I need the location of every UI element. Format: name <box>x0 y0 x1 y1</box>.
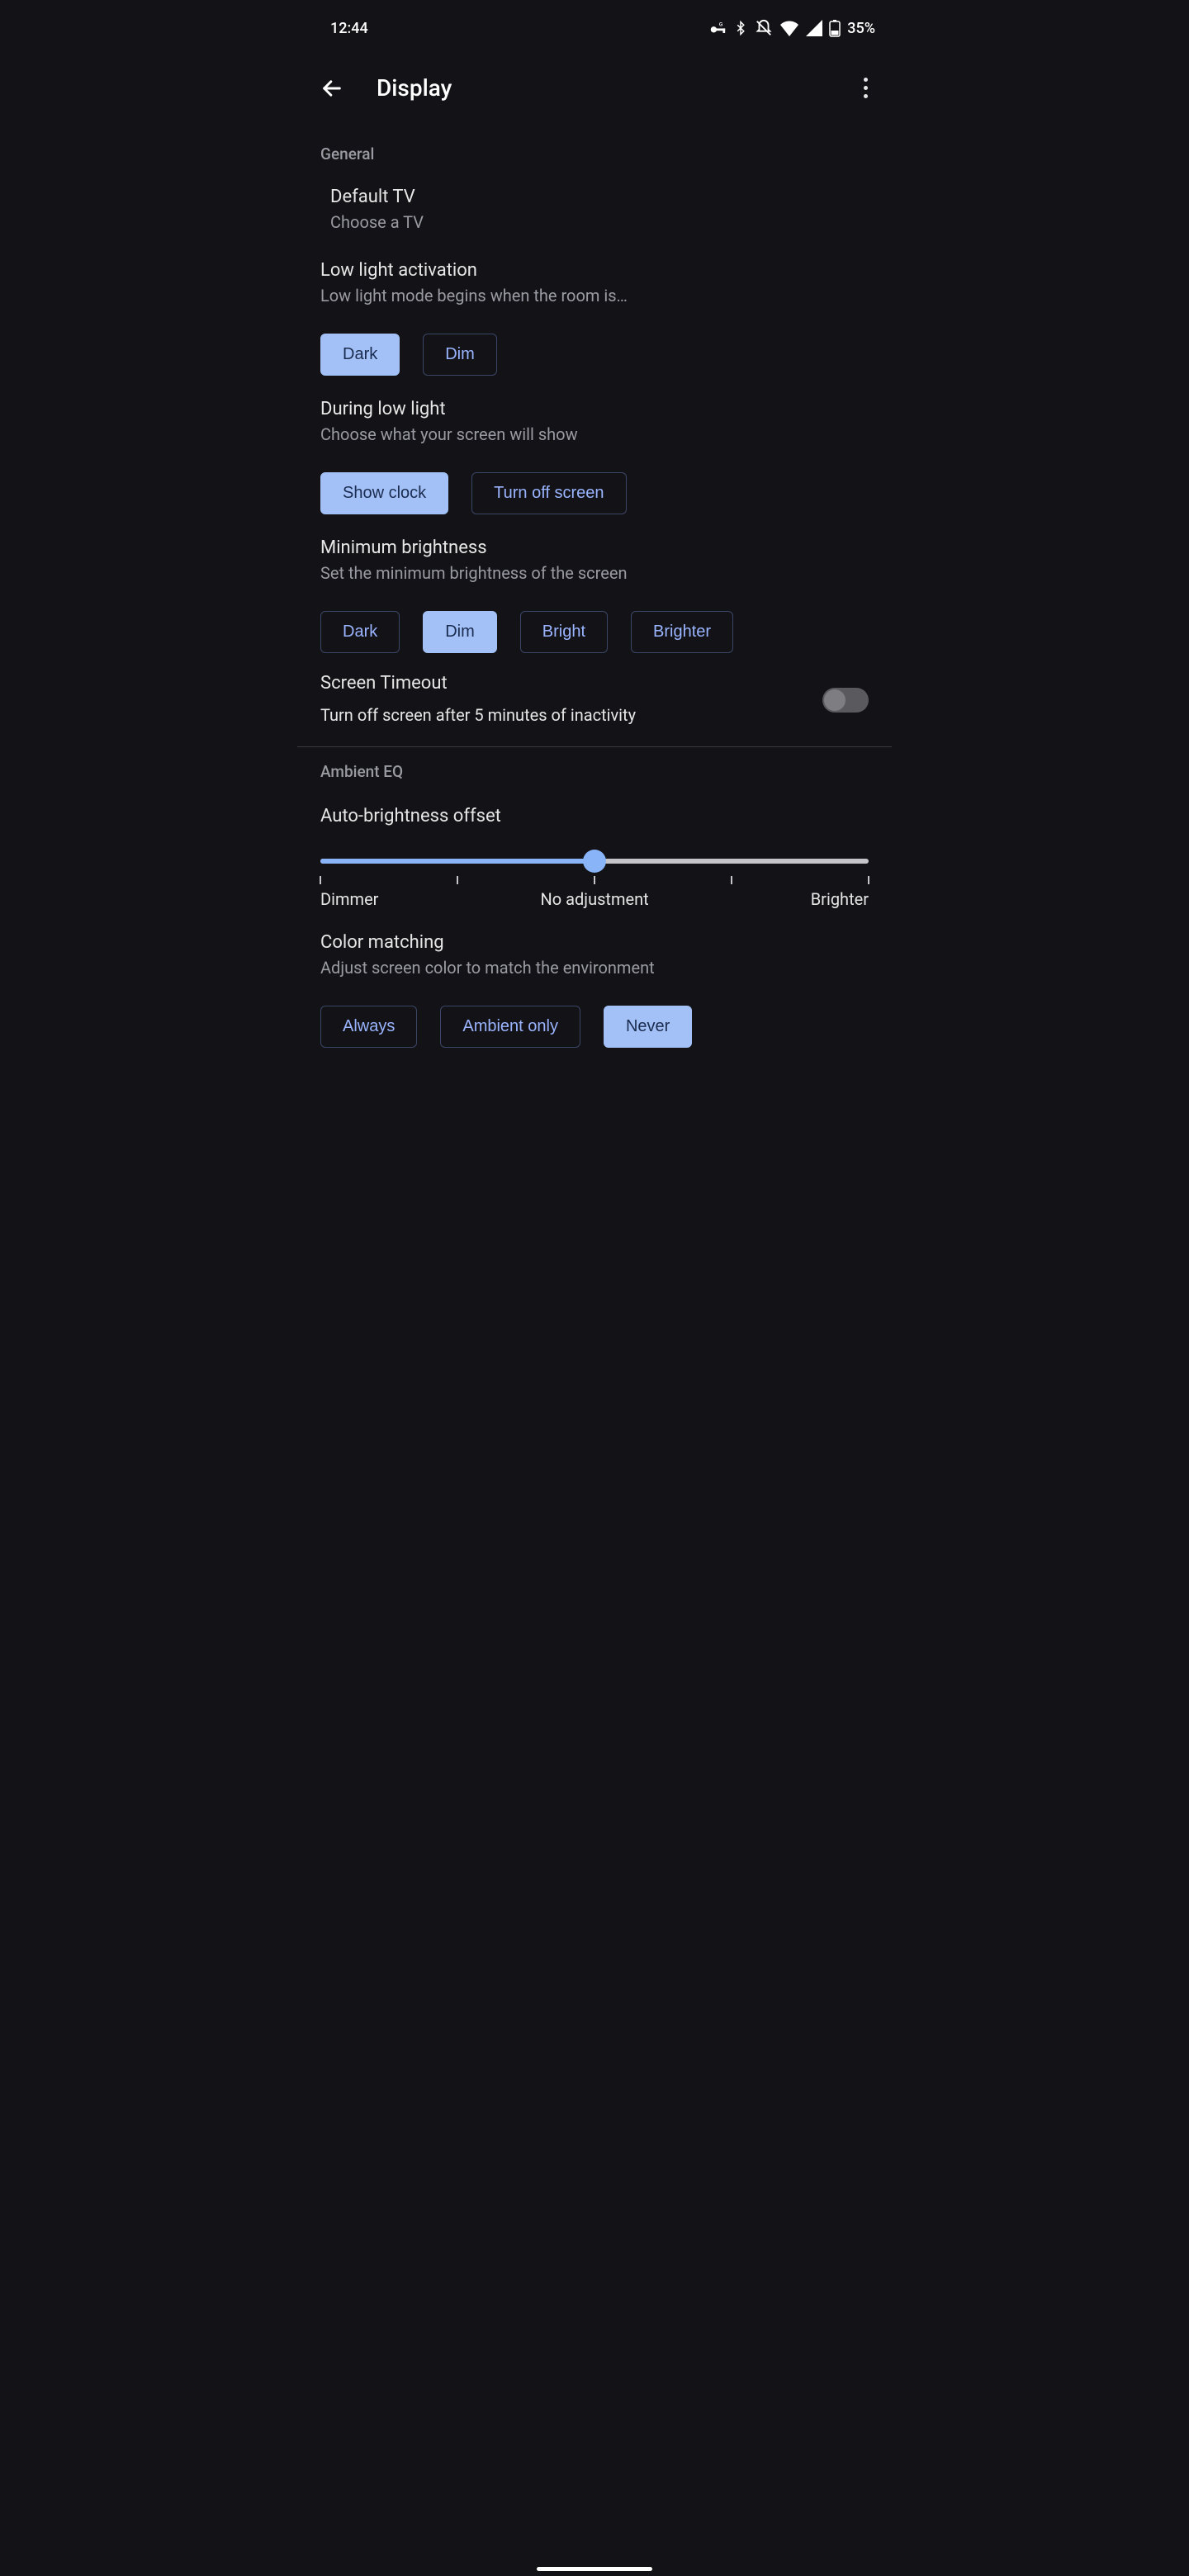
low-light-option-dim[interactable]: Dim <box>423 334 497 376</box>
bluetooth-icon <box>733 19 748 37</box>
dnd-off-icon <box>755 19 773 37</box>
back-icon[interactable] <box>320 77 343 100</box>
color-matching-sub: Adjust screen color to match the environ… <box>320 956 869 979</box>
slider-ticks <box>320 876 869 884</box>
wifi-icon <box>779 20 799 36</box>
status-icons: G 35% <box>708 19 875 37</box>
overflow-menu-icon[interactable] <box>855 71 875 105</box>
color-matching-options: Always Ambient only Never <box>297 991 892 1056</box>
min-brightness-dark[interactable]: Dark <box>320 611 400 653</box>
min-brightness-title: Minimum brightness <box>320 537 869 558</box>
color-matching-ambient[interactable]: Ambient only <box>440 1006 580 1048</box>
screen-timeout-item: Screen Timeout Turn off screen after 5 m… <box>297 661 892 746</box>
color-matching-title: Color matching <box>320 932 869 953</box>
low-light-activation-title: Low light activation <box>320 260 869 281</box>
vpn-key-icon: G <box>708 19 727 37</box>
battery-percent: 35% <box>847 20 875 37</box>
slider-label-none: No adjustment <box>378 889 810 909</box>
slider-labels: Dimmer No adjustment Brighter <box>320 889 869 909</box>
low-light-option-dark[interactable]: Dark <box>320 334 400 376</box>
min-brightness-bright[interactable]: Bright <box>520 611 608 653</box>
min-brightness-dim[interactable]: Dim <box>423 611 497 653</box>
auto-brightness-slider[interactable] <box>320 850 869 873</box>
min-brightness-item: Minimum brightness Set the minimum brigh… <box>297 523 892 596</box>
svg-text:G: G <box>719 21 722 27</box>
gesture-nav-handle[interactable] <box>537 2567 652 2571</box>
screen-timeout-title: Screen Timeout <box>320 673 806 694</box>
app-bar: Display <box>297 46 892 130</box>
min-brightness-options: Dark Dim Bright Brighter <box>297 596 892 661</box>
during-low-light-title: During low light <box>320 399 869 419</box>
status-bar: 12:44 G 35% <box>297 0 892 46</box>
slider-label-dimmer: Dimmer <box>320 889 378 909</box>
screen-timeout-sub: Turn off screen after 5 minutes of inact… <box>320 703 806 727</box>
section-header-general: General <box>297 130 892 172</box>
low-light-activation-options: Dark Dim <box>297 319 892 384</box>
color-matching-item: Color matching Adjust screen color to ma… <box>297 917 892 991</box>
min-brightness-brighter[interactable]: Brighter <box>631 611 733 653</box>
slider-label-brighter: Brighter <box>811 889 869 909</box>
slider-thumb-icon[interactable] <box>583 850 606 873</box>
default-tv-item[interactable]: Default TV Choose a TV <box>297 172 892 245</box>
during-low-light-item: During low light Choose what your screen… <box>297 384 892 457</box>
min-brightness-sub: Set the minimum brightness of the screen <box>320 561 869 585</box>
cellular-icon <box>806 20 822 36</box>
during-option-turn-off[interactable]: Turn off screen <box>471 472 626 514</box>
page-title: Display <box>377 74 855 102</box>
auto-brightness-item: Auto-brightness offset Dimmer No adjustm… <box>297 789 892 917</box>
during-low-light-options: Show clock Turn off screen <box>297 457 892 523</box>
status-time: 12:44 <box>330 20 368 37</box>
low-light-activation-item: Low light activation Low light mode begi… <box>297 245 892 319</box>
low-light-activation-sub: Low light mode begins when the room is… <box>320 284 869 307</box>
default-tv-title: Default TV <box>330 187 869 207</box>
during-option-show-clock[interactable]: Show clock <box>320 472 448 514</box>
color-matching-always[interactable]: Always <box>320 1006 417 1048</box>
default-tv-sub: Choose a TV <box>330 211 869 234</box>
color-matching-never[interactable]: Never <box>604 1006 692 1048</box>
auto-brightness-title: Auto-brightness offset <box>320 806 869 826</box>
during-low-light-sub: Choose what your screen will show <box>320 423 869 446</box>
screen-timeout-toggle[interactable] <box>822 688 869 713</box>
section-header-ambient-eq: Ambient EQ <box>297 747 892 789</box>
battery-icon <box>829 19 841 37</box>
